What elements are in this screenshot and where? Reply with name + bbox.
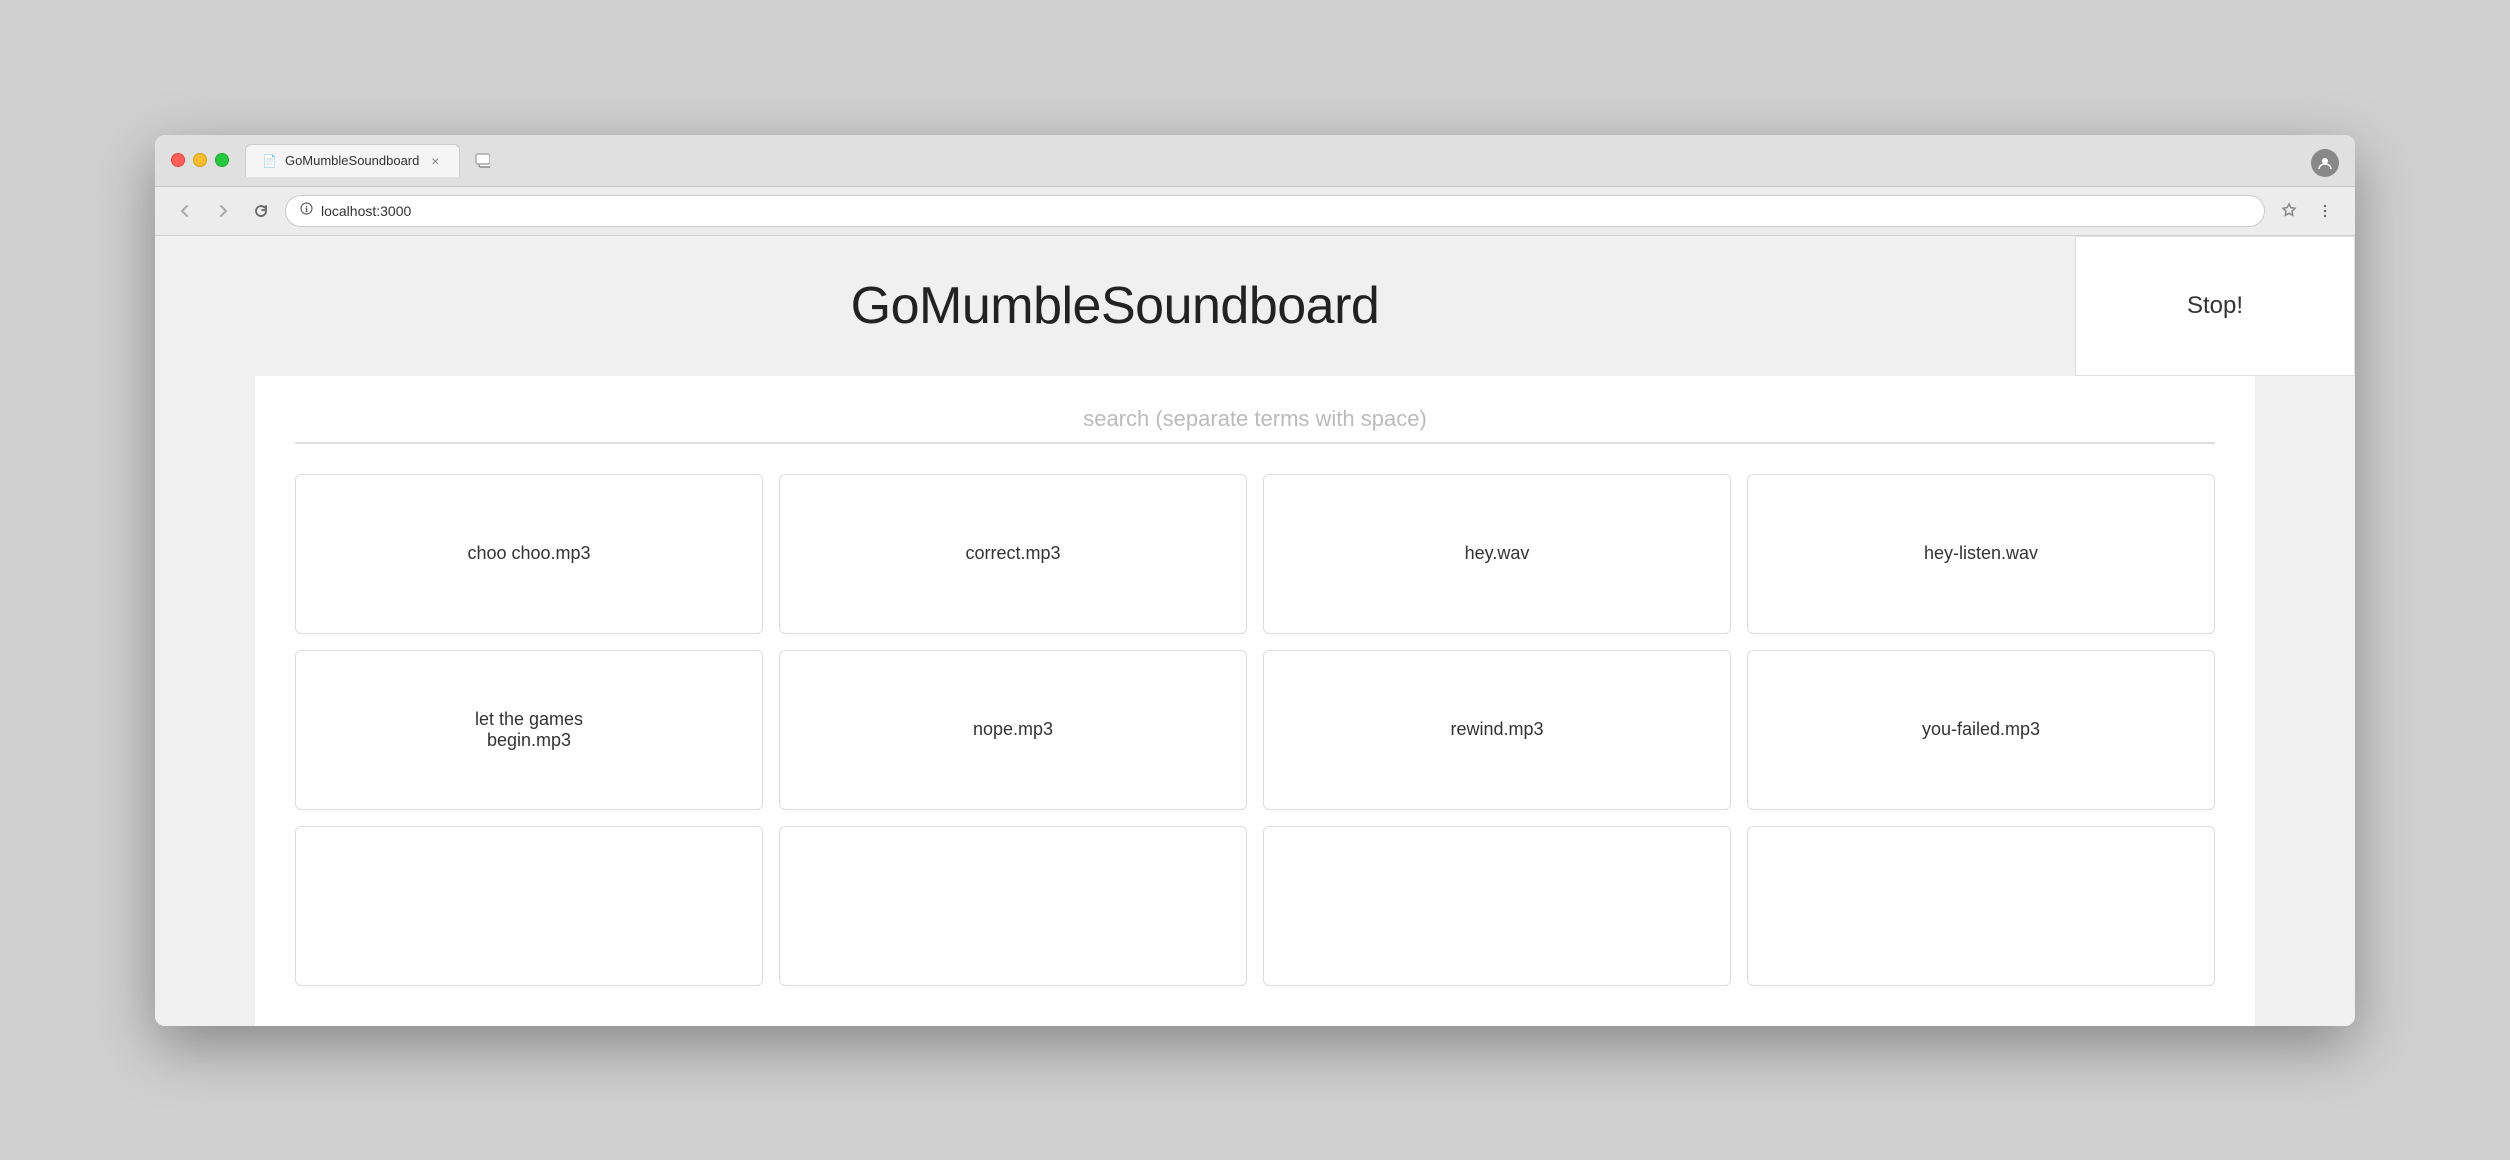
tab-title: GoMumbleSoundboard (285, 153, 419, 168)
sound-card-placeholder-2[interactable] (779, 826, 1247, 986)
sound-card-label: rewind.mp3 (1450, 719, 1543, 740)
traffic-lights (171, 153, 229, 167)
page-title-area: GoMumbleSoundboard (155, 236, 2075, 376)
sound-card-placeholder-1[interactable] (295, 826, 763, 986)
sound-card-label: correct.mp3 (965, 543, 1060, 564)
address-text: localhost:3000 (321, 203, 411, 219)
page-title: GoMumbleSoundboard (851, 276, 1380, 336)
sound-card-you-failed[interactable]: you-failed.mp3 (1747, 650, 2215, 810)
sound-card-let-the-games-begin[interactable]: let the games begin.mp3 (295, 650, 763, 810)
new-tab-button[interactable] (468, 146, 496, 174)
close-button[interactable] (171, 153, 185, 167)
sound-card-label: hey.wav (1465, 543, 1530, 564)
tab-area: 📄 GoMumbleSoundboard × (245, 144, 2339, 177)
sound-card-choo-choo[interactable]: choo choo.mp3 (295, 474, 763, 634)
address-bar[interactable]: ℹ localhost:3000 (285, 195, 2265, 227)
back-button[interactable] (171, 197, 199, 225)
title-bar: 📄 GoMumbleSoundboard × (155, 135, 2355, 187)
stop-button[interactable]: Stop! (2075, 236, 2355, 376)
main-content: choo choo.mp3 correct.mp3 hey.wav hey-li… (255, 376, 2255, 1026)
menu-button[interactable] (2311, 197, 2339, 225)
reload-button[interactable] (247, 197, 275, 225)
browser-actions (2275, 197, 2339, 225)
sound-card-label: hey-listen.wav (1924, 543, 2038, 564)
svg-text:ℹ: ℹ (305, 205, 308, 214)
page-content: GoMumbleSoundboard Stop! choo choo.mp3 c… (155, 236, 2355, 1026)
bookmark-button[interactable] (2275, 197, 2303, 225)
stop-button-label: Stop! (2187, 292, 2243, 320)
forward-button[interactable] (209, 197, 237, 225)
sound-card-label: choo choo.mp3 (467, 543, 590, 564)
active-tab[interactable]: 📄 GoMumbleSoundboard × (245, 144, 460, 177)
sound-card-placeholder-4[interactable] (1747, 826, 2215, 986)
browser-controls: ℹ localhost:3000 (155, 187, 2355, 236)
sound-card-label: let the games begin.mp3 (475, 709, 583, 751)
search-input[interactable] (295, 406, 2215, 432)
sound-card-nope[interactable]: nope.mp3 (779, 650, 1247, 810)
sound-card-hey[interactable]: hey.wav (1263, 474, 1731, 634)
sound-card-correct[interactable]: correct.mp3 (779, 474, 1247, 634)
secure-icon: ℹ (300, 202, 313, 219)
sound-card-hey-listen[interactable]: hey-listen.wav (1747, 474, 2215, 634)
maximize-button[interactable] (215, 153, 229, 167)
profile-icon[interactable] (2311, 149, 2339, 177)
browser-window: 📄 GoMumbleSoundboard × (155, 135, 2355, 1026)
sound-card-placeholder-3[interactable] (1263, 826, 1731, 986)
sound-grid: choo choo.mp3 correct.mp3 hey.wav hey-li… (295, 474, 2215, 986)
tab-favicon-icon: 📄 (262, 154, 277, 168)
search-container (295, 406, 2215, 444)
tab-close-button[interactable]: × (427, 153, 443, 169)
minimize-button[interactable] (193, 153, 207, 167)
sound-card-rewind[interactable]: rewind.mp3 (1263, 650, 1731, 810)
sound-card-label: you-failed.mp3 (1922, 719, 2040, 740)
sound-card-label: nope.mp3 (973, 719, 1053, 740)
page-header: GoMumbleSoundboard Stop! (155, 236, 2355, 376)
